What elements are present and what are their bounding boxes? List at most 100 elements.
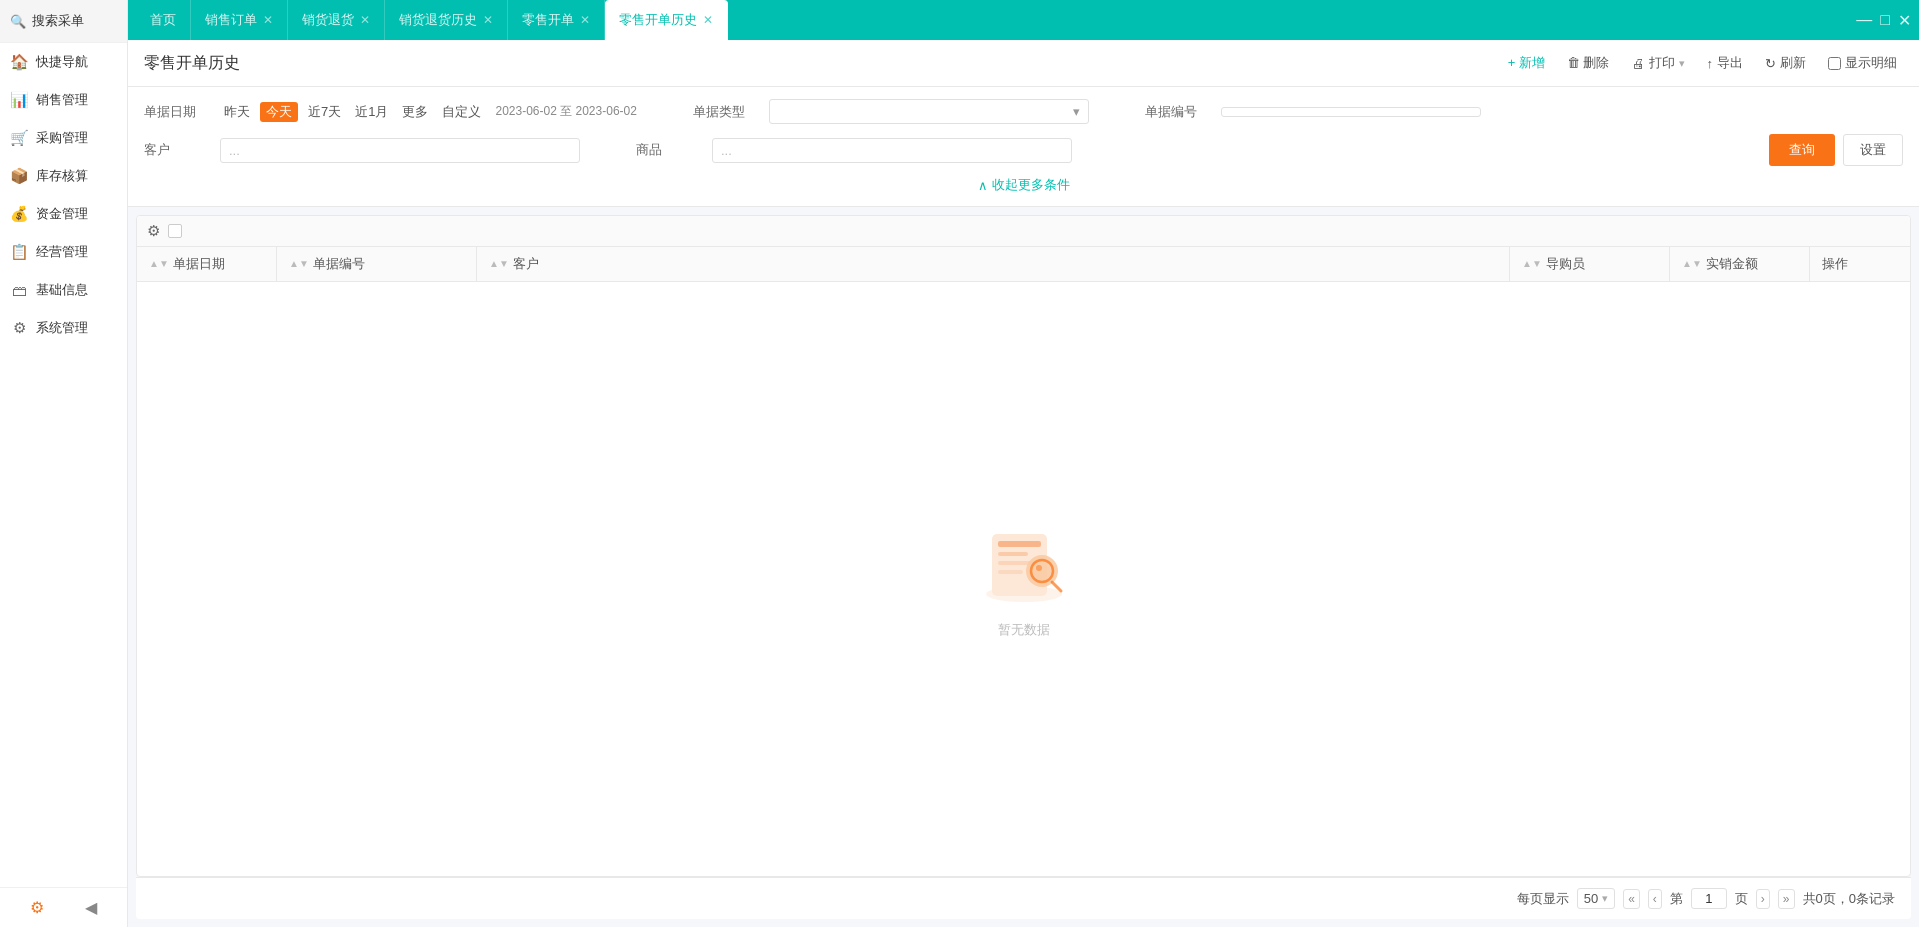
- date-option-more[interactable]: 更多: [398, 102, 432, 122]
- gear-icon: ⚙: [10, 319, 28, 337]
- table-body: 暂无数据: [137, 282, 1910, 876]
- content: 零售开单历史 + 新增 🗑 删除 🖨 打印 ▾ ↑ 导出 ↻ 刷新: [128, 40, 1919, 927]
- collapse-label: 收起更多条件: [992, 176, 1070, 194]
- maximize-icon[interactable]: □: [1880, 11, 1890, 29]
- table-area: ⚙ ▲▼ 单据日期 ▲▼ 单据编号 ▲▼ 客户 ▲▼ 导购员: [136, 215, 1911, 877]
- svg-rect-5: [998, 570, 1023, 574]
- per-page-label: 每页显示: [1517, 890, 1569, 908]
- sidebar-item-finance[interactable]: 💰 资金管理: [0, 195, 127, 233]
- next-page-button[interactable]: ›: [1756, 889, 1770, 909]
- tab-close-sales-order[interactable]: ✕: [263, 13, 273, 27]
- tab-sales-return-history[interactable]: 销货退货历史 ✕: [385, 0, 508, 40]
- refresh-button[interactable]: ↻ 刷新: [1759, 50, 1812, 76]
- settings-button[interactable]: ⚙: [30, 898, 44, 917]
- tab-close-sales-return[interactable]: ✕: [360, 13, 370, 27]
- sidebar-item-inventory[interactable]: 📦 库存核算: [0, 157, 127, 195]
- display-detail-label: 显示明细: [1845, 54, 1897, 72]
- export-label: 导出: [1717, 54, 1743, 72]
- th-sort-icon[interactable]: ▲▼: [149, 259, 169, 269]
- customer-input[interactable]: ...: [220, 138, 580, 163]
- th-salesperson-label: 导购员: [1546, 255, 1585, 273]
- sidebar-item-sys-mgmt[interactable]: ⚙ 系统管理: [0, 309, 127, 347]
- tab-sales-return[interactable]: 销货退货 ✕: [288, 0, 385, 40]
- order-number-label: 单据编号: [1145, 103, 1205, 121]
- per-page-chevron-icon: ▾: [1602, 892, 1608, 905]
- customer-label: 客户: [144, 141, 204, 159]
- export-button[interactable]: ↑ 导出: [1701, 50, 1750, 76]
- sidebar-item-base-info[interactable]: 🗃 基础信息: [0, 271, 127, 309]
- date-option-last1m[interactable]: 近1月: [351, 102, 392, 122]
- sidebar-item-label: 基础信息: [36, 281, 88, 299]
- per-page-select[interactable]: 50 ▾: [1577, 888, 1615, 909]
- th-customer: ▲▼ 客户: [477, 247, 1510, 281]
- print-icon: 🖨: [1632, 56, 1645, 71]
- date-option-last7[interactable]: 近7天: [304, 102, 345, 122]
- tab-retail-history[interactable]: 零售开单历史 ✕: [605, 0, 728, 40]
- tab-retail-open-label: 零售开单: [522, 11, 574, 29]
- order-number-input[interactable]: [1221, 107, 1481, 117]
- table-header: ▲▼ 单据日期 ▲▼ 单据编号 ▲▼ 客户 ▲▼ 导购员 ▲▼ 实销金额: [137, 247, 1910, 282]
- sidebar-item-quick-nav[interactable]: 🏠 快捷导航: [0, 43, 127, 81]
- customer-placeholder: ...: [229, 143, 240, 158]
- th-salesperson: ▲▼ 导购员: [1510, 247, 1670, 281]
- toolbar: + 新增 🗑 删除 🖨 打印 ▾ ↑ 导出 ↻ 刷新 显示明细: [1502, 50, 1903, 76]
- th-amount-label: 实销金额: [1706, 255, 1758, 273]
- date-option-yesterday[interactable]: 昨天: [220, 102, 254, 122]
- filter-row-date: 单据日期 昨天 今天 近7天 近1月 更多 自定义 2023-06-02 至 2…: [144, 99, 1903, 124]
- first-page-button[interactable]: «: [1623, 889, 1640, 909]
- export-icon: ↑: [1707, 56, 1714, 71]
- collapse-filter-button[interactable]: ∧ 收起更多条件: [144, 176, 1903, 194]
- tab-sales-order[interactable]: 销售订单 ✕: [191, 0, 288, 40]
- sidebar-item-label: 库存核算: [36, 167, 88, 185]
- th-sort-icon-4[interactable]: ▲▼: [1522, 259, 1542, 269]
- table-toolbar: ⚙: [137, 216, 1910, 247]
- clipboard-icon: 📋: [10, 243, 28, 261]
- tab-bar: 首页 销售订单 ✕ 销货退货 ✕ 销货退货历史 ✕ 零售开单 ✕ 零售开单历史 …: [128, 0, 1919, 40]
- display-detail-checkbox[interactable]: [1828, 57, 1841, 70]
- table-settings-icon[interactable]: ⚙: [147, 222, 160, 240]
- sidebar: 🔍 搜索采单 🏠 快捷导航 📊 销售管理 🛒 采购管理 📦 库存核算 💰 资金管…: [0, 0, 128, 927]
- collapse-sidebar-button[interactable]: ◀: [85, 898, 97, 917]
- select-all-checkbox[interactable]: [168, 224, 182, 238]
- current-page-input[interactable]: [1691, 888, 1727, 909]
- per-page-value: 50: [1584, 891, 1598, 906]
- order-type-select[interactable]: ▾: [769, 99, 1089, 124]
- minimize-icon[interactable]: —: [1856, 11, 1872, 29]
- sidebar-item-operations[interactable]: 📋 经营管理: [0, 233, 127, 271]
- new-button[interactable]: + 新增: [1502, 50, 1551, 76]
- th-sort-icon-3[interactable]: ▲▼: [489, 259, 509, 269]
- close-icon[interactable]: ✕: [1898, 11, 1911, 30]
- print-button[interactable]: 🖨 打印 ▾: [1626, 50, 1691, 76]
- tab-home-label: 首页: [150, 11, 176, 29]
- last-page-button[interactable]: »: [1778, 889, 1795, 909]
- page-title: 零售开单历史: [144, 53, 240, 74]
- query-button[interactable]: 查询: [1769, 134, 1835, 166]
- chevron-up-icon: ∧: [978, 178, 988, 193]
- th-sort-icon-5[interactable]: ▲▼: [1682, 259, 1702, 269]
- svg-rect-2: [998, 541, 1041, 547]
- product-input[interactable]: ...: [712, 138, 1072, 163]
- tab-home[interactable]: 首页: [136, 0, 191, 40]
- sidebar-nav: 🏠 快捷导航 📊 销售管理 🛒 采购管理 📦 库存核算 💰 资金管理 📋 经营管…: [0, 43, 127, 887]
- page-label-after: 页: [1735, 890, 1748, 908]
- chart-icon: 📊: [10, 91, 28, 109]
- delete-button[interactable]: 🗑 删除: [1561, 50, 1616, 76]
- date-option-today[interactable]: 今天: [260, 102, 298, 122]
- sidebar-item-label: 经营管理: [36, 243, 88, 261]
- settings-filter-button[interactable]: 设置: [1843, 134, 1903, 166]
- svg-rect-3: [998, 552, 1028, 556]
- prev-page-button[interactable]: ‹: [1648, 889, 1662, 909]
- sidebar-item-label: 系统管理: [36, 319, 88, 337]
- tab-close-retail-history[interactable]: ✕: [703, 13, 713, 27]
- display-detail-button[interactable]: 显示明细: [1822, 50, 1903, 76]
- tab-close-sales-return-history[interactable]: ✕: [483, 13, 493, 27]
- tab-retail-open[interactable]: 零售开单 ✕: [508, 0, 605, 40]
- tab-sales-return-label: 销货退货: [302, 11, 354, 29]
- main: 首页 销售订单 ✕ 销货退货 ✕ 销货退货历史 ✕ 零售开单 ✕ 零售开单历史 …: [128, 0, 1919, 927]
- sidebar-item-sales-mgmt[interactable]: 📊 销售管理: [0, 81, 127, 119]
- th-sort-icon-2[interactable]: ▲▼: [289, 259, 309, 269]
- sidebar-search[interactable]: 🔍 搜索采单: [0, 0, 127, 43]
- date-option-custom[interactable]: 自定义: [438, 102, 485, 122]
- tab-close-retail-open[interactable]: ✕: [580, 13, 590, 27]
- sidebar-item-purchase-mgmt[interactable]: 🛒 采购管理: [0, 119, 127, 157]
